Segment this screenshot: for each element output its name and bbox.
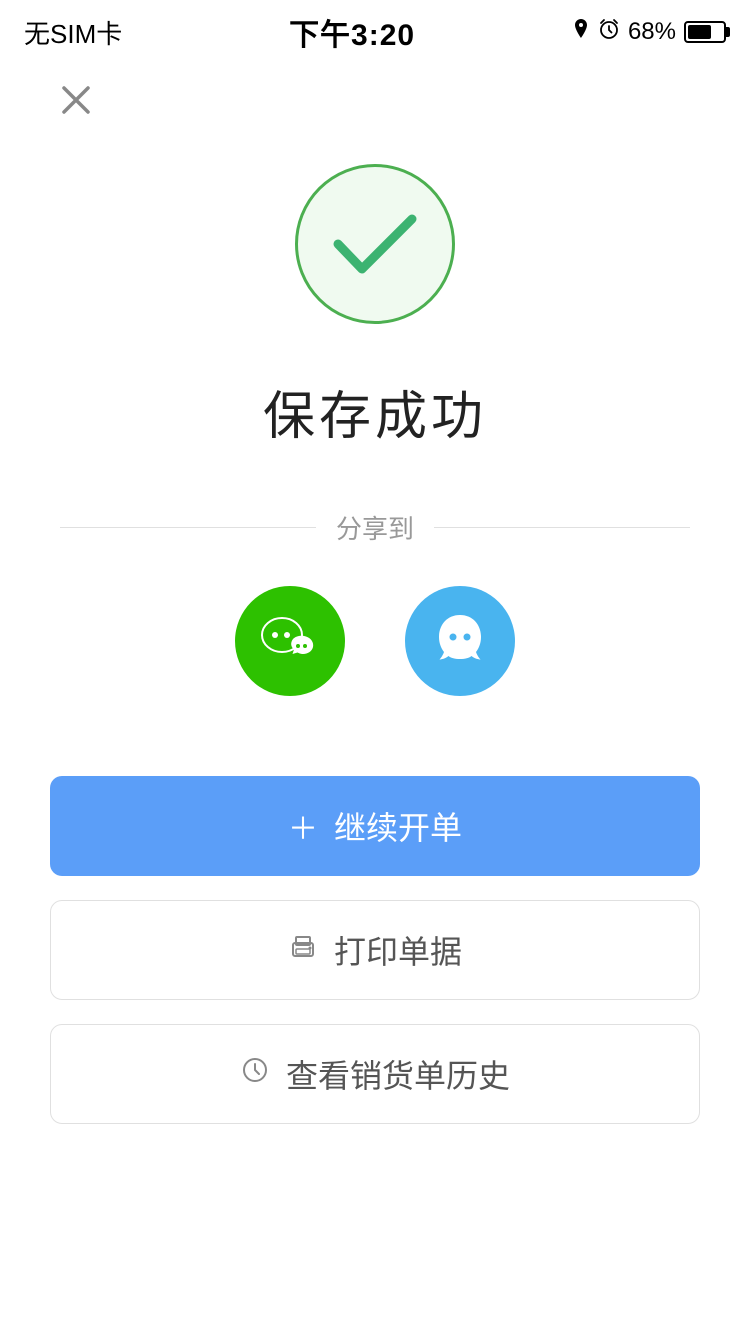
status-right: 68% [572,18,726,47]
success-title: 保存成功 [263,374,487,449]
status-time: 下午3:20 [289,10,415,54]
divider-row: 分享到 [60,509,690,546]
print-button[interactable]: 打印单据 [50,900,700,1000]
history-label: 查看销货单历史 [286,1051,510,1097]
qq-icon [429,607,491,675]
status-carrier: 无SIM卡 [24,14,132,51]
wechat-share-button[interactable] [235,586,345,696]
clock-icon [240,1055,270,1093]
main-content: 保存成功 分享到 [0,64,750,1124]
print-label: 打印单据 [334,927,462,973]
printer-icon [288,931,318,969]
divider-left [60,527,316,528]
divider-right [434,527,690,528]
actions-section: ＋ 继续开单 打印单据 查看销货单历史 [0,776,750,1124]
share-label: 分享到 [336,509,414,546]
share-section: 分享到 [0,509,750,696]
alarm-icon [598,18,620,47]
share-icons-row [60,586,690,696]
battery-percentage: 68% [628,18,676,46]
carrier-text: 无SIM卡 [24,14,122,51]
status-bar: 无SIM卡 下午3:20 68% [0,0,750,64]
continue-button[interactable]: ＋ 继续开单 [50,776,700,876]
checkmark-icon [330,209,420,279]
location-icon [572,18,590,47]
wechat-icon [258,613,323,669]
continue-label: 继续开单 [334,803,462,849]
battery-icon [684,21,726,43]
close-button[interactable] [52,76,100,124]
qq-share-button[interactable] [405,586,515,696]
battery-fill [688,25,711,39]
success-icon-circle [295,164,455,324]
history-button[interactable]: 查看销货单历史 [50,1024,700,1124]
plus-icon: ＋ [288,804,318,848]
